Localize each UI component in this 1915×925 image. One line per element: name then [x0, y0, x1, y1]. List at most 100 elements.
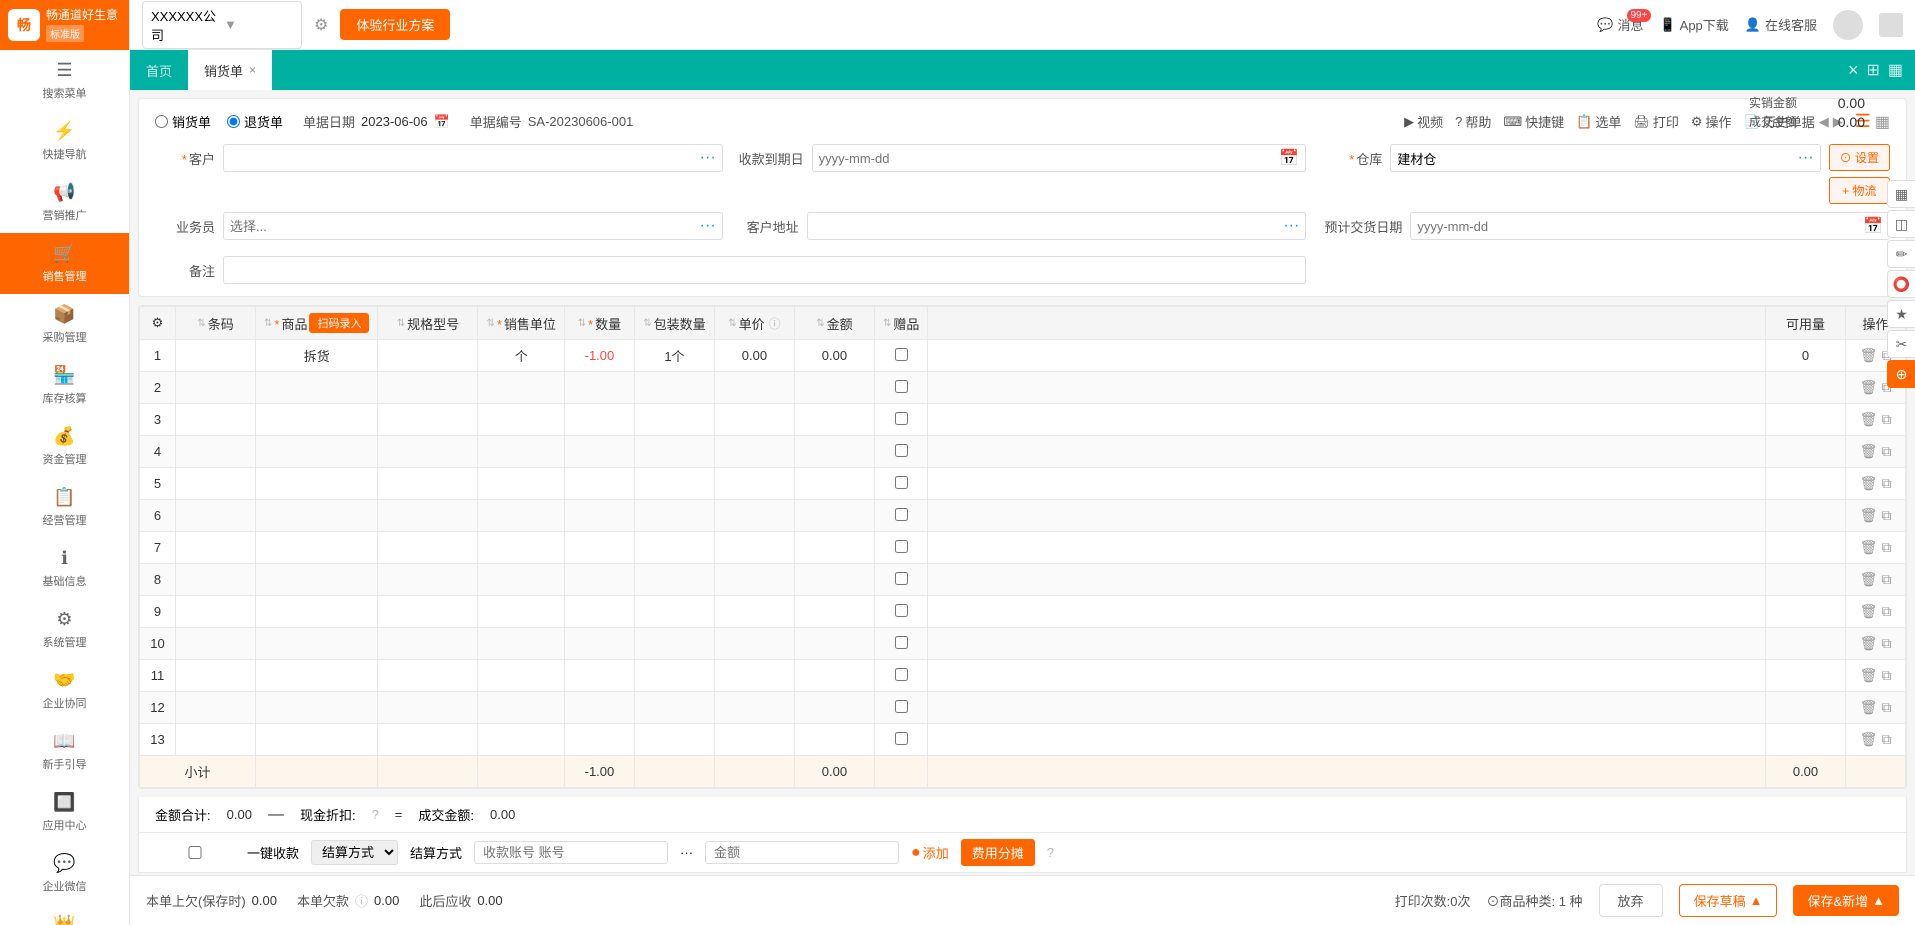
delete-row-icon[interactable]: 🗑 — [1860, 635, 1878, 652]
delete-row-icon[interactable]: 🗑 — [1860, 603, 1878, 620]
delete-row-icon[interactable]: 🗑 — [1860, 731, 1878, 748]
price-info-icon[interactable]: ⓘ — [769, 315, 781, 332]
save-new-button[interactable]: 保存&新增 ▲ — [1793, 885, 1899, 916]
select-btn[interactable]: 📋 选单 — [1576, 112, 1621, 131]
company-selector[interactable]: XXXXXX公司 ▼ — [142, 1, 302, 49]
sidebar-item-finance[interactable]: 💰 资金管理 — [0, 416, 129, 477]
warehouse-ellipsis-icon[interactable]: ··· — [1798, 149, 1814, 167]
save-draft-button[interactable]: 保存草稿 ▲ — [1679, 884, 1778, 917]
right-panel-btn-4[interactable]: ⭕ — [1887, 270, 1915, 298]
copy-row-icon[interactable]: ⧉ — [1881, 411, 1891, 428]
delete-row-icon[interactable]: 🗑 — [1860, 507, 1878, 524]
one-click-payment-checkbox[interactable] — [155, 846, 235, 859]
sort-amount-icon[interactable]: ⇅ — [816, 318, 824, 329]
copy-row-icon[interactable]: ⧉ — [1881, 635, 1891, 652]
copy-row-icon[interactable]: ⧉ — [1881, 667, 1891, 684]
sidebar-item-apps[interactable]: 🔲 应用中心 — [0, 782, 129, 843]
delete-row-icon[interactable]: 🗑 — [1860, 411, 1878, 428]
customer-addr-ellipsis-icon[interactable]: ··· — [1283, 217, 1299, 235]
customer-addr-input-wrapper[interactable]: ··· — [807, 212, 1307, 240]
online-service-button[interactable]: 👤 在线客服 — [1745, 15, 1817, 34]
setting-button[interactable]: ⊙ 设置 — [1829, 144, 1890, 171]
copy-row-icon[interactable]: ⧉ — [1881, 475, 1891, 492]
sort-unit-icon[interactable]: ⇅ — [486, 318, 494, 329]
sidebar-item-purchase[interactable]: 📦 采购管理 — [0, 294, 129, 355]
sidebar-item-system[interactable]: ⚙ 系统管理 — [0, 599, 129, 660]
copy-row-icon[interactable]: ⧉ — [1881, 571, 1891, 588]
sidebar-item-quick-nav[interactable]: ⚡ 快捷导航 — [0, 111, 129, 172]
sidebar-item-enterprise[interactable]: 🤝 企业协同 — [0, 660, 129, 721]
sort-product-icon[interactable]: ⇅ — [264, 318, 272, 329]
calendar-icon[interactable]: 📅 — [434, 114, 450, 130]
copy-row-icon[interactable]: ⧉ — [1881, 731, 1891, 748]
expected-delivery-calendar-icon[interactable]: 📅 — [1863, 216, 1883, 236]
operation-btn[interactable]: ⚙ 操作 — [1691, 112, 1732, 131]
copy-row-icon[interactable]: ⧉ — [1881, 443, 1891, 460]
salesperson-ellipsis-icon[interactable]: ··· — [700, 217, 716, 235]
app-download-button[interactable]: 📱 App下载 — [1659, 15, 1728, 34]
sidebar-item-management[interactable]: 📋 经营管理 — [0, 477, 129, 538]
user-menu-icon[interactable] — [1879, 13, 1903, 37]
delete-row-icon[interactable]: 🗑 — [1860, 699, 1878, 716]
print-btn[interactable]: 🖨 打印 — [1633, 112, 1679, 131]
sort-price-icon[interactable]: ⇅ — [728, 318, 736, 329]
sidebar-item-wechat[interactable]: 💬 企业微信 — [0, 843, 129, 904]
due-date-calendar-icon[interactable]: 📅 — [1279, 148, 1299, 168]
grid-icon[interactable]: ▦ — [1888, 60, 1903, 80]
customer-ellipsis-icon[interactable]: ··· — [700, 149, 716, 167]
close-tab-icon[interactable]: × — [1848, 60, 1859, 81]
due-date-input-wrapper[interactable]: 📅 — [812, 144, 1307, 172]
trial-button[interactable]: 体验行业方案 — [340, 9, 450, 40]
salesperson-input[interactable] — [230, 219, 700, 234]
grid-view-icon[interactable]: ▦ — [1875, 112, 1890, 132]
delete-row-icon[interactable]: 🗑 — [1860, 443, 1878, 460]
cost-split-button[interactable]: 费用分摊 — [961, 839, 1035, 866]
delete-row-icon[interactable]: 🗑 — [1860, 379, 1878, 396]
salesperson-input-wrapper[interactable]: ··· — [223, 212, 723, 240]
copy-row-icon[interactable]: ⧉ — [1881, 603, 1891, 620]
delete-row-icon[interactable]: 🗑 — [1860, 539, 1878, 556]
payment-amount-input[interactable] — [705, 841, 899, 864]
delete-row-icon[interactable]: 🗑 — [1860, 347, 1878, 364]
copy-row-icon[interactable]: ⧉ — [1881, 507, 1891, 524]
message-button[interactable]: 💬 消息 99+ — [1597, 15, 1643, 34]
help-btn[interactable]: ? 帮助 — [1455, 112, 1491, 131]
right-panel-btn-1[interactable]: ▦ — [1887, 180, 1915, 208]
account-input[interactable] — [474, 841, 668, 864]
sort-spec-icon[interactable]: ⇅ — [397, 318, 405, 329]
sidebar-item-search[interactable]: ☰ 搜索菜单 — [0, 50, 129, 111]
customer-input[interactable] — [230, 151, 700, 166]
expected-delivery-input-wrapper[interactable]: 📅 — [1410, 212, 1890, 240]
sort-gift-icon[interactable]: ⇅ — [883, 318, 891, 329]
warehouse-input-wrapper[interactable]: ··· — [1390, 144, 1820, 172]
sidebar-item-vip[interactable]: 👑 畅会员 — [0, 904, 129, 925]
expand-icon[interactable]: ⊞ — [1866, 60, 1879, 80]
sort-pkg-icon[interactable]: ⇅ — [643, 318, 651, 329]
add-payment-button[interactable]: ● 添加 — [911, 843, 949, 862]
tab-close-icon[interactable]: × — [249, 63, 256, 77]
order-debt-info-icon[interactable]: ⓘ — [355, 891, 368, 910]
sidebar-item-sales[interactable]: 🛒 销售管理 — [0, 233, 129, 294]
right-panel-btn-7[interactable]: ⊕ — [1887, 360, 1915, 388]
due-date-input[interactable] — [819, 151, 1280, 166]
video-btn[interactable]: ▶ 视频 — [1404, 112, 1443, 131]
return-order-radio[interactable]: 退货单 — [227, 112, 283, 131]
expected-delivery-input[interactable] — [1417, 219, 1863, 234]
sort-qty-icon[interactable]: ⇅ — [578, 318, 586, 329]
sort-barcode-icon[interactable]: ⇅ — [197, 318, 205, 329]
delete-row-icon[interactable]: 🗑 — [1860, 475, 1878, 492]
right-panel-btn-2[interactable]: ◫ — [1887, 210, 1915, 238]
right-panel-btn-5[interactable]: ★ — [1887, 300, 1915, 328]
tab-sales-order[interactable]: 销货单 × — [188, 50, 272, 90]
remark-input[interactable] — [230, 263, 1299, 278]
copy-row-icon[interactable]: ⧉ — [1881, 539, 1891, 556]
sidebar-item-guide[interactable]: 📖 新手引导 — [0, 721, 129, 782]
delete-row-icon[interactable]: 🗑 — [1860, 571, 1878, 588]
user-avatar[interactable] — [1833, 10, 1863, 40]
shortcut-btn[interactable]: ⌨ 快捷键 — [1503, 112, 1564, 131]
scan-btn[interactable]: 扫码录入 — [309, 313, 369, 333]
sales-order-radio[interactable]: 销货单 — [155, 112, 211, 131]
right-panel-btn-3[interactable]: ✏ — [1887, 240, 1915, 268]
payment-method-select[interactable]: 结算方式 — [311, 840, 398, 865]
warehouse-input[interactable] — [1397, 151, 1797, 166]
